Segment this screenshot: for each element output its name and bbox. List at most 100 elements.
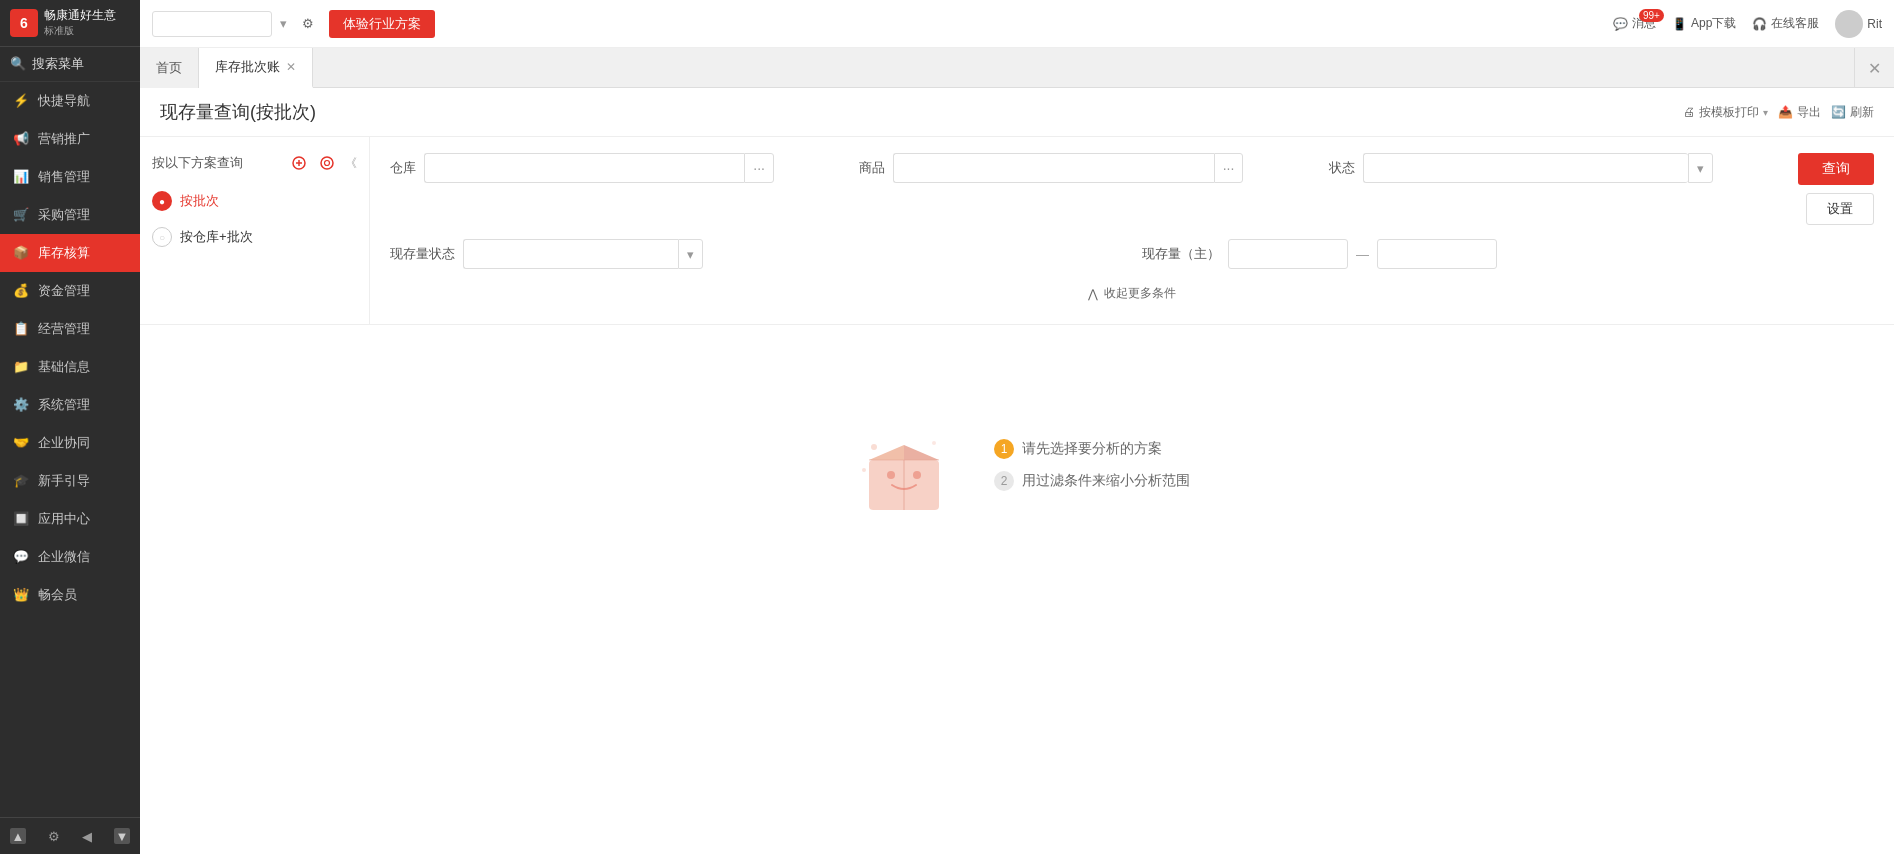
purchase-icon: 🛒 <box>12 206 30 224</box>
page-actions: 🖨 按模板打印 ▾ 📤 导出 🔄 刷新 <box>1683 104 1874 121</box>
query-btn[interactable]: 查询 <box>1798 153 1874 185</box>
inventory-qty-max-input[interactable] <box>1377 239 1497 269</box>
sidebar-item-label: 新手引导 <box>38 472 90 490</box>
sidebar-item-enterprise-wechat[interactable]: 💬 企业微信 <box>0 538 140 576</box>
export-btn[interactable]: 📤 导出 <box>1778 104 1821 121</box>
tabs-bar: 首页 库存批次账 ✕ ✕ <box>140 48 1894 88</box>
filter-sidebar-header: 按以下方案查询 《 <box>140 147 369 183</box>
topbar-gear-icon[interactable]: ⚙ <box>295 11 321 37</box>
sidebar-item-label: 系统管理 <box>38 396 90 414</box>
tab-home-label: 首页 <box>156 59 182 77</box>
status-chevron-btn[interactable]: ▾ <box>1688 153 1713 183</box>
filter-item-batch[interactable]: ● 按批次 <box>140 183 369 219</box>
warehouse-filter-label: 仓库 <box>390 159 416 177</box>
sidebar-item-label: 采购管理 <box>38 206 90 224</box>
online-service-btn[interactable]: 🎧 在线客服 <box>1752 15 1819 32</box>
app-download-label: App下载 <box>1691 15 1736 32</box>
warehouse-input[interactable] <box>424 153 744 183</box>
newbie-icon: 🎓 <box>12 472 30 490</box>
tab-close-btn[interactable]: ✕ <box>286 60 296 74</box>
warehouse-dots-btn[interactable]: ··· <box>744 153 774 183</box>
messages-btn[interactable]: 💬 消息 99+ <box>1613 15 1656 32</box>
content-area: 现存量查询(按批次) 🖨 按模板打印 ▾ 📤 导出 🔄 刷新 <box>140 88 1894 854</box>
product-input[interactable] <box>893 153 1213 183</box>
empty-tip-1: 1 请先选择要分析的方案 <box>994 439 1190 459</box>
sidebar-item-label: 应用中心 <box>38 510 90 528</box>
filter-settings-btn[interactable] <box>317 153 337 173</box>
sidebar-item-system[interactable]: ⚙️ 系统管理 <box>0 386 140 424</box>
scroll-down-btn[interactable]: ▼ <box>114 828 130 844</box>
sidebar-item-label: 库存核算 <box>38 244 90 262</box>
svg-marker-7 <box>904 445 939 460</box>
user-avatar-btn[interactable]: Rit <box>1835 10 1882 38</box>
sidebar-item-purchase[interactable]: 🛒 采购管理 <box>0 196 140 234</box>
empty-tip-2: 2 用过滤条件来缩小分析范围 <box>994 471 1190 491</box>
sidebar-item-app-center[interactable]: 🔲 应用中心 <box>0 500 140 538</box>
print-chevron-icon[interactable]: ▾ <box>1763 107 1768 118</box>
sidebar-item-label: 快捷导航 <box>38 92 90 110</box>
inventory-icon: 📦 <box>12 244 30 262</box>
sidebar-item-newbie[interactable]: 🎓 新手引导 <box>0 462 140 500</box>
collapse-more-btn[interactable]: ⋀ 收起更多条件 <box>390 279 1874 308</box>
sidebar-item-operations[interactable]: 📋 经营管理 <box>0 310 140 348</box>
marketing-icon: 📢 <box>12 130 30 148</box>
message-icon: 💬 <box>1613 17 1628 31</box>
sales-icon: 📊 <box>12 168 30 186</box>
sidebar-item-label: 销售管理 <box>38 168 90 186</box>
operations-icon: 📋 <box>12 320 30 338</box>
messages-badge: 99+ <box>1639 9 1664 22</box>
svg-point-10 <box>887 471 895 479</box>
refresh-btn[interactable]: 🔄 刷新 <box>1831 104 1874 121</box>
experience-btn[interactable]: 体验行业方案 <box>329 10 435 38</box>
scroll-up-btn[interactable]: ▲ <box>10 828 26 844</box>
sidebar-collapse-icon[interactable]: ◀ <box>82 829 92 844</box>
sidebar-item-member[interactable]: 👑 畅会员 <box>0 576 140 614</box>
page-title: 现存量查询(按批次) <box>160 100 316 124</box>
sidebar-item-quick-nav[interactable]: ⚡ 快捷导航 <box>0 82 140 120</box>
sidebar-item-basics[interactable]: 📁 基础信息 <box>0 348 140 386</box>
product-filter-label: 商品 <box>859 159 885 177</box>
tip2-text: 用过滤条件来缩小分析范围 <box>1022 472 1190 490</box>
inventory-qty-min-input[interactable] <box>1228 239 1348 269</box>
sidebar-item-marketing[interactable]: 📢 营销推广 <box>0 120 140 158</box>
sidebar-nav: ⚡ 快捷导航 📢 营销推广 📊 销售管理 🛒 采购管理 📦 库存核算 💰 资金管… <box>0 82 140 817</box>
tab-home[interactable]: 首页 <box>140 48 199 88</box>
filter-panel: 按以下方案查询 《 ● 按批次 <box>140 137 1894 324</box>
add-filter-btn[interactable] <box>289 153 309 173</box>
sidebar-item-label: 营销推广 <box>38 130 90 148</box>
user-label: Rit <box>1867 17 1882 31</box>
print-icon: 🖨 <box>1683 105 1695 119</box>
filter-item-warehouse-batch-label: 按仓库+批次 <box>180 228 253 246</box>
settings-btn[interactable]: 设置 <box>1806 193 1874 225</box>
filter-sidebar-title: 按以下方案查询 <box>152 154 243 172</box>
topbar-chevron-icon[interactable]: ▾ <box>280 16 287 31</box>
settings-icon[interactable]: ⚙ <box>48 829 60 844</box>
filter-main: 仓库 ··· 商品 ··· <box>370 137 1894 324</box>
tabs-close-all-btn[interactable]: ✕ <box>1854 48 1894 88</box>
basics-icon: 📁 <box>12 358 30 376</box>
tab-inventory-batch[interactable]: 库存批次账 ✕ <box>199 48 313 88</box>
print-btn[interactable]: 🖨 按模板打印 ▾ <box>1683 104 1768 121</box>
topbar-search-input[interactable] <box>152 11 272 37</box>
svg-point-11 <box>913 471 921 479</box>
sidebar-item-finance[interactable]: 💰 资金管理 <box>0 272 140 310</box>
filter-sidebar: 按以下方案查询 《 ● 按批次 <box>140 137 370 324</box>
sidebar-item-enterprise-collab[interactable]: 🤝 企业协同 <box>0 424 140 462</box>
page-header: 现存量查询(按批次) 🖨 按模板打印 ▾ 📤 导出 🔄 刷新 <box>140 88 1894 137</box>
sidebar-search[interactable]: 🔍 搜索菜单 <box>0 47 140 82</box>
tip2-num: 2 <box>994 471 1014 491</box>
inventory-status-input[interactable] <box>463 239 678 269</box>
sidebar-item-inventory[interactable]: 📦 库存核算 <box>0 234 140 272</box>
filter-item-warehouse-batch[interactable]: ○ 按仓库+批次 <box>140 219 369 255</box>
empty-tips: 1 请先选择要分析的方案 2 用过滤条件来缩小分析范围 <box>994 439 1190 491</box>
product-dots-btn[interactable]: ··· <box>1214 153 1244 183</box>
page-container: 现存量查询(按批次) 🖨 按模板打印 ▾ 📤 导出 🔄 刷新 <box>140 88 1894 854</box>
app-download-btn[interactable]: 📱 App下载 <box>1672 15 1736 32</box>
filter-sidebar-collapse-btn[interactable]: 《 <box>345 155 357 172</box>
finance-icon: 💰 <box>12 282 30 300</box>
status-input[interactable] <box>1363 153 1688 183</box>
app-download-icon: 📱 <box>1672 17 1687 31</box>
collab-icon: 🤝 <box>12 434 30 452</box>
inventory-status-chevron-btn[interactable]: ▾ <box>678 239 703 269</box>
sidebar-item-sales[interactable]: 📊 销售管理 <box>0 158 140 196</box>
